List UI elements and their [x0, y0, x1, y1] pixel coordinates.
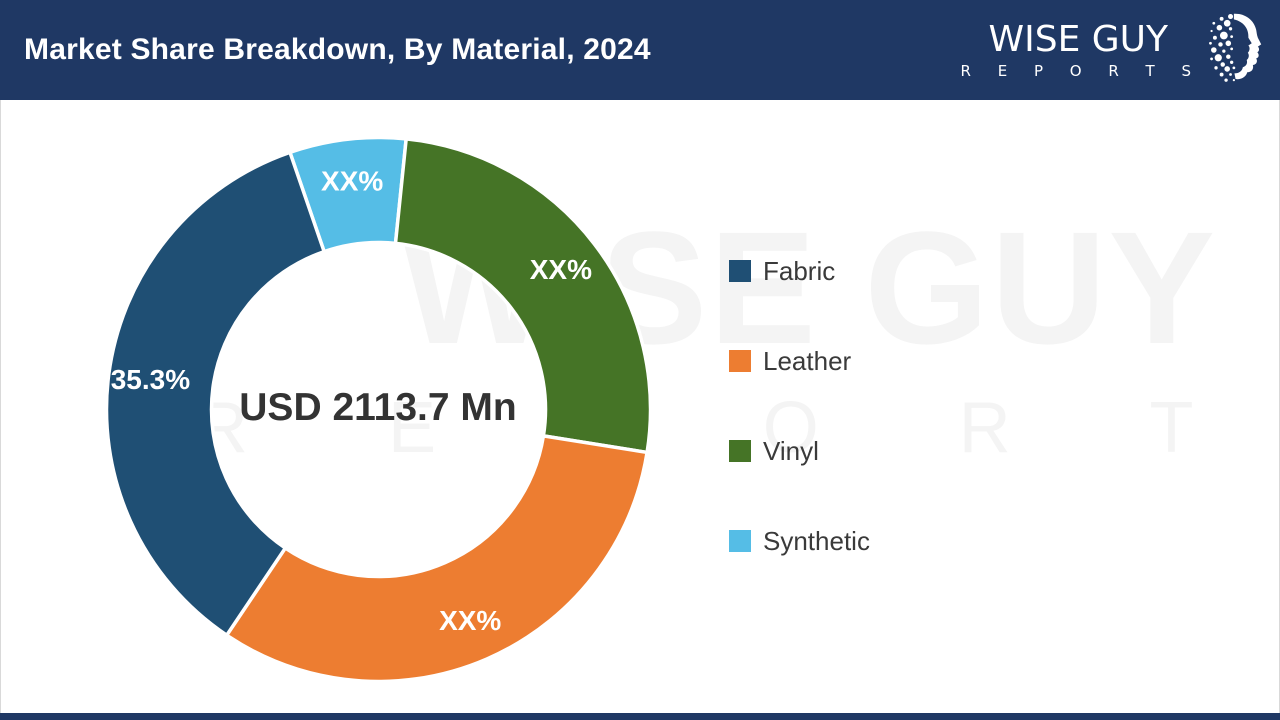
segment-value-label-synthetic: XX% [321, 166, 383, 197]
legend-item-leather: Leather [729, 346, 870, 376]
segment-value-label-vinyl: XX% [530, 254, 592, 285]
dotted-face-profile-icon [1209, 13, 1262, 82]
report-canvas: WISE GUY R E P O R T S XX% XX% XX% 35.3% US… [0, 0, 1280, 720]
segment-value-label-fabric: 35.3% [111, 364, 190, 395]
brand-wordmark: WISE GUY [988, 19, 1169, 61]
chart-center-value: USD 2113.7 Mn [239, 386, 517, 430]
legend-swatch-leather [729, 350, 751, 372]
legend-label-vinyl: Vinyl [763, 436, 819, 466]
legend-swatch-synthetic [729, 530, 751, 552]
brand-logo: WISE GUY R E P O R T S [955, 8, 1264, 92]
legend-label-synthetic: Synthetic [763, 526, 870, 556]
brand-subtext: R E P O R T S [960, 61, 1202, 80]
legend-item-synthetic: Synthetic [729, 526, 870, 556]
footer-bar [0, 713, 1280, 720]
header-bar: Market Share Breakdown, By Material, 202… [0, 0, 1280, 100]
brand-logo-text: WISE GUY R E P O R T S [955, 20, 1202, 80]
segment-value-label-leather: XX% [439, 605, 501, 636]
donut-segment-leather [224, 434, 649, 684]
legend-label-fabric: Fabric [763, 256, 836, 286]
legend-swatch-vinyl [729, 440, 751, 462]
legend-swatch-fabric [729, 260, 751, 282]
legend-item-vinyl: Vinyl [729, 436, 870, 466]
legend-item-fabric: Fabric [729, 256, 870, 286]
page-title: Market Share Breakdown, By Material, 202… [24, 33, 651, 66]
chart-legend: Fabric Leather Vinyl Synthetic [729, 256, 870, 620]
legend-label-leather: Leather [763, 346, 852, 376]
